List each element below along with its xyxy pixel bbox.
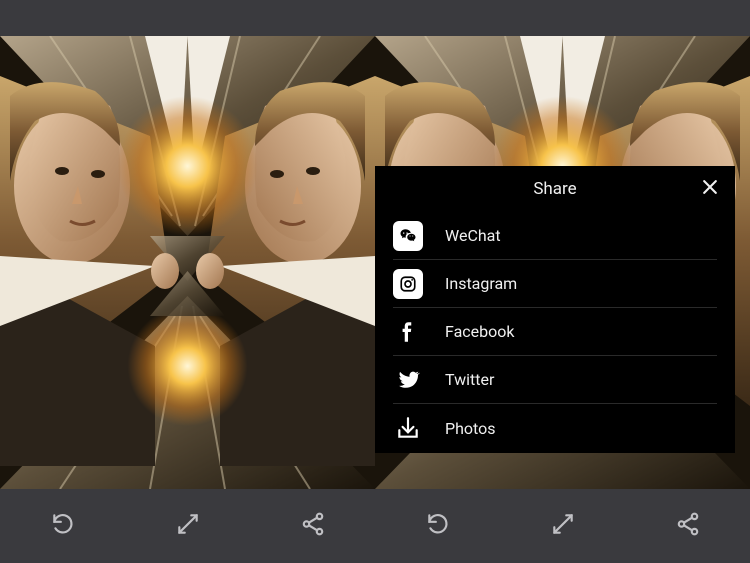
- share-item-label: WeChat: [445, 226, 501, 245]
- bottom-bar-left: [0, 489, 375, 563]
- bottom-bar-right: [375, 489, 750, 563]
- left-screen: [0, 0, 375, 563]
- fullscreen-button[interactable]: [168, 506, 208, 546]
- twitter-icon: [393, 365, 423, 395]
- share-item-label: Photos: [445, 419, 496, 438]
- share-item-label: Facebook: [445, 322, 514, 341]
- share-item-instagram[interactable]: Instagram: [393, 260, 717, 308]
- share-item-photos[interactable]: Photos: [393, 404, 717, 452]
- instagram-icon: [393, 269, 423, 299]
- download-icon: [393, 413, 423, 443]
- expand-icon: [550, 511, 576, 541]
- fullscreen-button[interactable]: [543, 506, 583, 546]
- top-bar-left: [0, 0, 375, 36]
- undo-icon: [50, 511, 76, 541]
- wechat-icon: [393, 221, 423, 251]
- share-close-button[interactable]: [697, 176, 723, 202]
- share-panel: Share WeChat Instagram Facebook: [375, 166, 735, 453]
- share-icon: [300, 511, 326, 541]
- share-item-facebook[interactable]: Facebook: [393, 308, 717, 356]
- share-button-right[interactable]: [668, 506, 708, 546]
- share-item-label: Twitter: [445, 370, 494, 389]
- share-icon: [675, 511, 701, 541]
- expand-icon: [175, 511, 201, 541]
- edited-image-left: [0, 36, 375, 489]
- share-item-label: Instagram: [445, 274, 517, 293]
- share-item-wechat[interactable]: WeChat: [393, 212, 717, 260]
- top-bar-right: [375, 0, 750, 36]
- close-icon: [700, 177, 720, 201]
- undo-button[interactable]: [43, 506, 83, 546]
- share-title: Share: [533, 179, 576, 199]
- undo-button[interactable]: [418, 506, 458, 546]
- share-header: Share: [375, 166, 735, 212]
- share-list: WeChat Instagram Facebook Twitter Photos: [375, 212, 735, 453]
- facebook-icon: [393, 317, 423, 347]
- share-button-left[interactable]: [293, 506, 333, 546]
- undo-icon: [425, 511, 451, 541]
- share-item-twitter[interactable]: Twitter: [393, 356, 717, 404]
